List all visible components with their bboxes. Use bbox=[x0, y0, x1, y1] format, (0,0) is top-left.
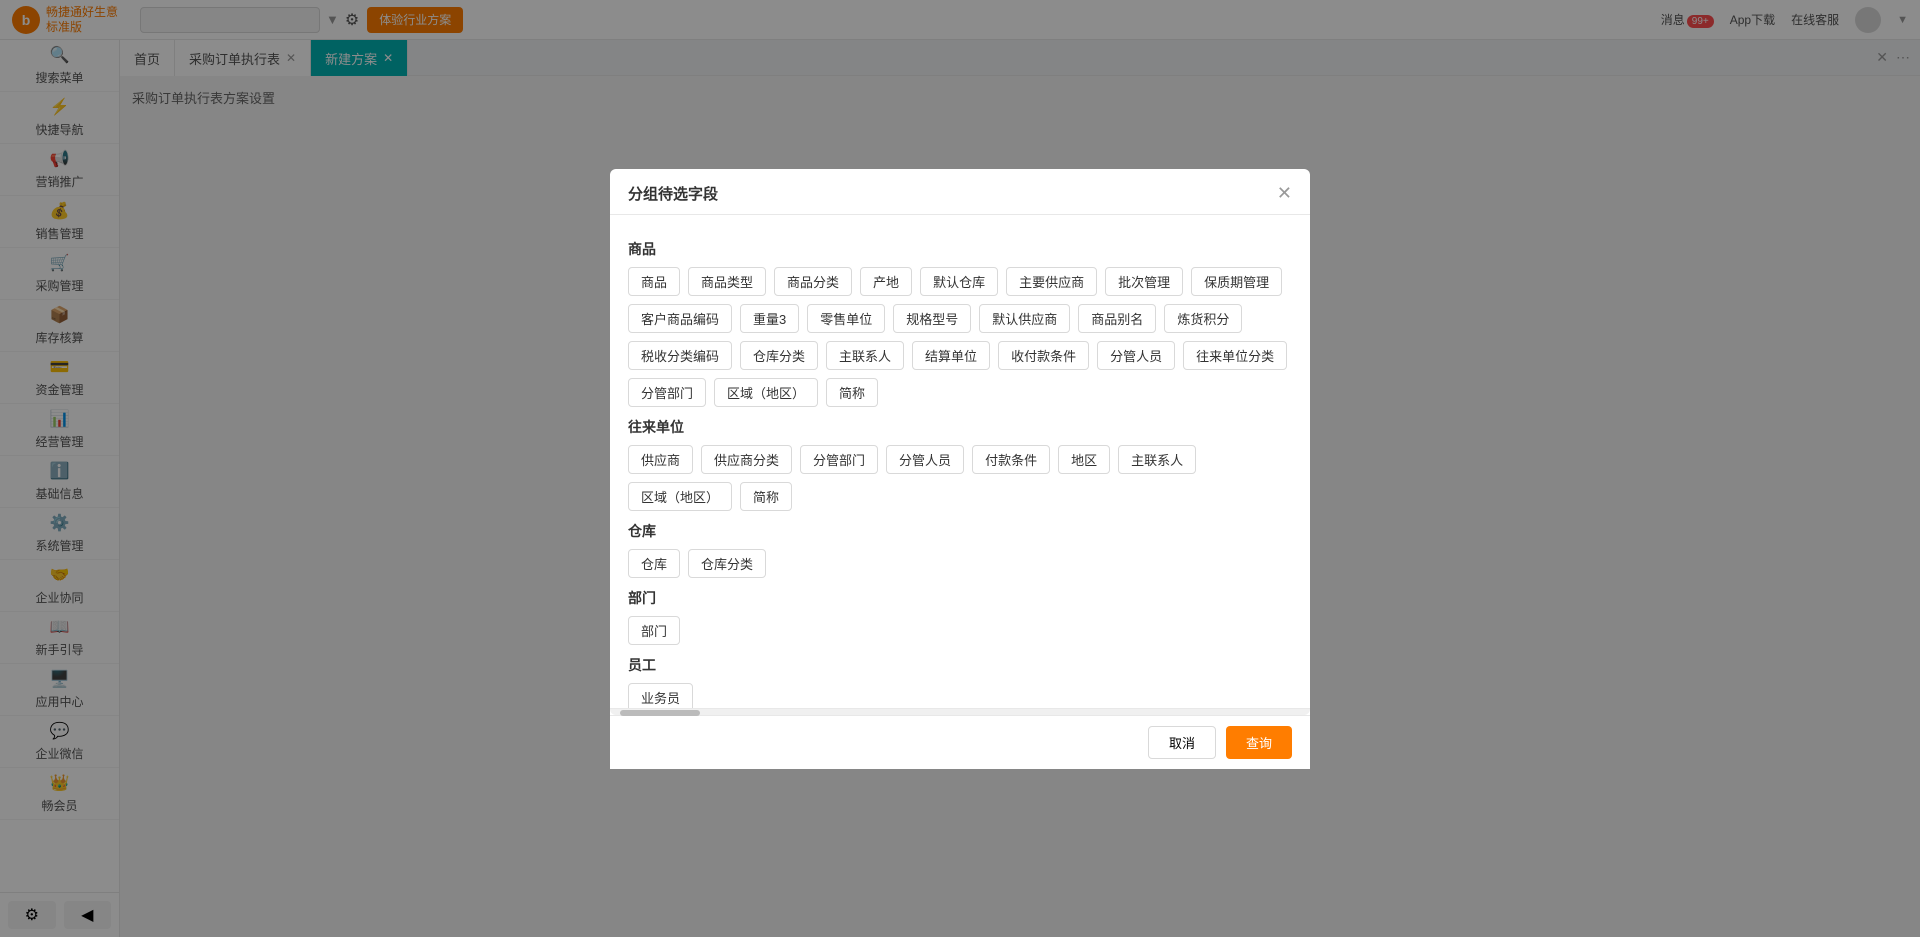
cancel-button[interactable]: 取消 bbox=[1148, 726, 1216, 759]
field-chip-0-15[interactable]: 税收分类编码 bbox=[628, 341, 732, 370]
modal-title: 分组待选字段 bbox=[628, 183, 718, 204]
section-title-0: 商品 bbox=[628, 239, 1292, 259]
modal-footer: 取消 查询 bbox=[610, 715, 1310, 769]
field-chip-0-4[interactable]: 默认仓库 bbox=[920, 267, 998, 296]
field-chip-0-5[interactable]: 主要供应商 bbox=[1006, 267, 1097, 296]
field-chip-0-16[interactable]: 仓库分类 bbox=[740, 341, 818, 370]
field-chip-0-0[interactable]: 商品 bbox=[628, 267, 680, 296]
section-title-3: 部门 bbox=[628, 588, 1292, 608]
field-grid-1: 供应商供应商分类分管部门分管人员付款条件地区主联系人区域（地区） 简称 bbox=[628, 445, 1292, 511]
section-title-4: 员工 bbox=[628, 655, 1292, 675]
field-chip-0-9[interactable]: 重量3 bbox=[740, 304, 799, 333]
field-chip-0-6[interactable]: 批次管理 bbox=[1105, 267, 1183, 296]
field-chip-2-0[interactable]: 仓库 bbox=[628, 549, 680, 578]
field-chip-1-6[interactable]: 主联系人 bbox=[1118, 445, 1196, 474]
field-chip-1-8[interactable]: 简称 bbox=[740, 482, 792, 511]
field-chip-1-3[interactable]: 分管人员 bbox=[886, 445, 964, 474]
field-chip-0-21[interactable]: 往来单位分类 bbox=[1183, 341, 1287, 370]
field-grid-3: 部门 bbox=[628, 616, 1292, 645]
field-chip-1-0[interactable]: 供应商 bbox=[628, 445, 693, 474]
field-chip-0-23[interactable]: 区域（地区） bbox=[714, 378, 818, 407]
modal-close-button[interactable]: ✕ bbox=[1277, 184, 1292, 202]
field-chip-0-24[interactable]: 简称 bbox=[826, 378, 878, 407]
field-grid-4: 业务员 bbox=[628, 683, 1292, 708]
field-chip-1-7[interactable]: 区域（地区） bbox=[628, 482, 732, 511]
field-chip-0-14[interactable]: 炼货积分 bbox=[1164, 304, 1242, 333]
field-chip-0-12[interactable]: 默认供应商 bbox=[979, 304, 1070, 333]
field-chip-0-22[interactable]: 分管部门 bbox=[628, 378, 706, 407]
modal-hscroll-thumb[interactable] bbox=[620, 710, 700, 716]
field-chip-1-4[interactable]: 付款条件 bbox=[972, 445, 1050, 474]
field-grid-2: 仓库仓库分类 bbox=[628, 549, 1292, 578]
field-chip-0-8[interactable]: 客户商品编码 bbox=[628, 304, 732, 333]
field-chip-0-20[interactable]: 分管人员 bbox=[1097, 341, 1175, 370]
section-title-1: 往来单位 bbox=[628, 417, 1292, 437]
field-chip-0-2[interactable]: 商品分类 bbox=[774, 267, 852, 296]
field-grid-0: 商品商品类型商品分类产地默认仓库主要供应商批次管理保质期管理客户商品编码重量3 零… bbox=[628, 267, 1292, 407]
field-chip-1-1[interactable]: 供应商分类 bbox=[701, 445, 792, 474]
modal-header: 分组待选字段 ✕ bbox=[610, 169, 1310, 215]
section-title-2: 仓库 bbox=[628, 521, 1292, 541]
field-chip-0-7[interactable]: 保质期管理 bbox=[1191, 267, 1282, 296]
field-chip-0-19[interactable]: 收付款条件 bbox=[998, 341, 1089, 370]
field-chip-0-1[interactable]: 商品类型 bbox=[688, 267, 766, 296]
field-chip-3-0[interactable]: 部门 bbox=[628, 616, 680, 645]
field-chip-0-11[interactable]: 规格型号 bbox=[893, 304, 971, 333]
field-chip-0-18[interactable]: 结算单位 bbox=[912, 341, 990, 370]
modal-body: 商品商品商品类型商品分类产地默认仓库主要供应商批次管理保质期管理客户商品编码重量… bbox=[610, 215, 1310, 708]
field-chip-2-1[interactable]: 仓库分类 bbox=[688, 549, 766, 578]
modal-overlay: 分组待选字段 ✕ 商品商品商品类型商品分类产地默认仓库主要供应商批次管理保质期管… bbox=[0, 0, 1920, 937]
field-chip-0-10[interactable]: 零售单位 bbox=[807, 304, 885, 333]
field-chip-1-2[interactable]: 分管部门 bbox=[800, 445, 878, 474]
confirm-button[interactable]: 查询 bbox=[1226, 726, 1292, 759]
field-chip-1-5[interactable]: 地区 bbox=[1058, 445, 1110, 474]
modal-horizontal-scrollbar[interactable] bbox=[610, 708, 1310, 715]
field-chip-4-0[interactable]: 业务员 bbox=[628, 683, 693, 708]
field-chip-0-17[interactable]: 主联系人 bbox=[826, 341, 904, 370]
modal-dialog: 分组待选字段 ✕ 商品商品商品类型商品分类产地默认仓库主要供应商批次管理保质期管… bbox=[610, 169, 1310, 769]
field-chip-0-3[interactable]: 产地 bbox=[860, 267, 912, 296]
field-chip-0-13[interactable]: 商品别名 bbox=[1078, 304, 1156, 333]
